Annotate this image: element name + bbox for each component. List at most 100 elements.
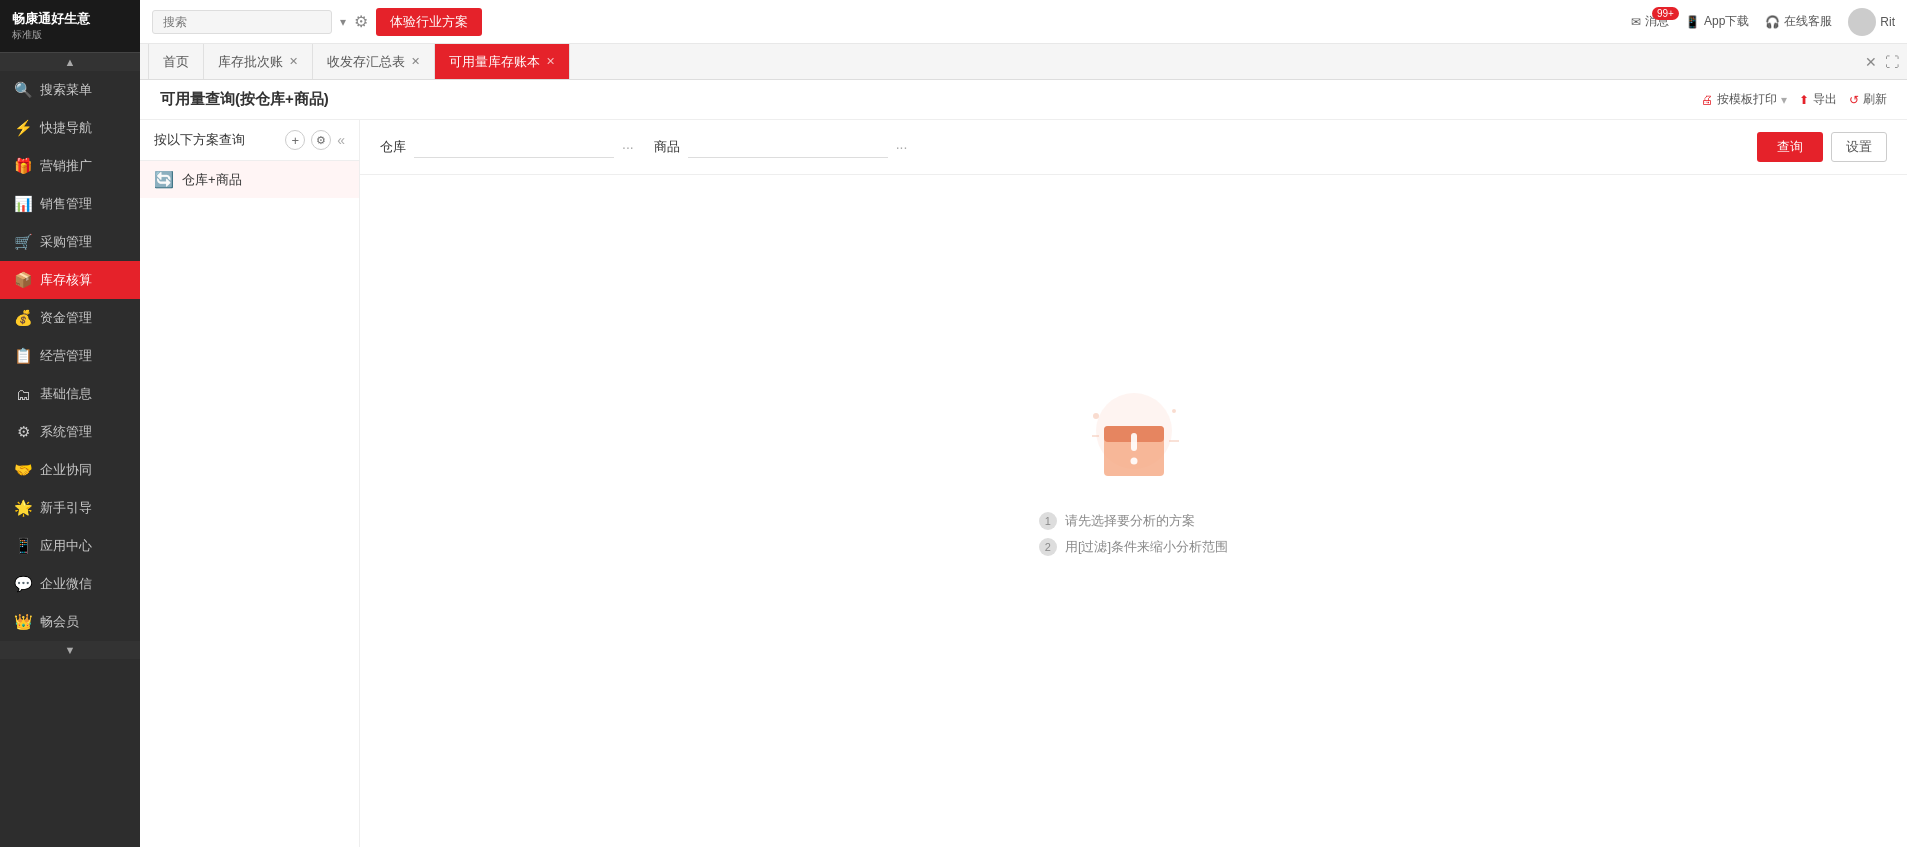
tab-stock-summary-close[interactable]: ✕	[411, 55, 420, 68]
main-area: ▾ ⚙ 体验行业方案 ✉ 消息 99+ 📱 App下载 🎧 在线客服 Rit	[140, 0, 1907, 847]
operations-icon: 📋	[14, 347, 32, 365]
marketing-icon: 🎁	[14, 157, 32, 175]
scheme-icon: 🔄	[154, 170, 174, 189]
sidebar-item-wechat[interactable]: 💬 企业微信	[0, 565, 140, 603]
tab-home-label: 首页	[163, 53, 189, 71]
warehouse-filter-dots[interactable]: ···	[622, 139, 634, 155]
sidebar-item-label: 快捷导航	[40, 119, 92, 137]
dropdown-icon[interactable]: ▾	[340, 15, 346, 29]
sidebar-item-inventory[interactable]: 📦 库存核算	[0, 261, 140, 299]
goods-filter-input[interactable]	[688, 136, 888, 158]
sidebar-item-member[interactable]: 👑 畅会员	[0, 603, 140, 641]
svg-rect-3	[1131, 433, 1137, 451]
sidebar-item-label: 经营管理	[40, 347, 92, 365]
print-label: 按模板打印	[1717, 91, 1777, 108]
scheme-item-warehouse-goods[interactable]: 🔄 仓库+商品	[140, 161, 359, 198]
page-header: 可用量查询(按仓库+商品) 🖨 按模板打印 ▾ ⬆ 导出 ↺ 刷新	[140, 80, 1907, 120]
sidebar-item-finance[interactable]: 💰 资金管理	[0, 299, 140, 337]
sidebar-item-shortcut[interactable]: ⚡ 快捷导航	[0, 109, 140, 147]
sidebar-item-label: 应用中心	[40, 537, 92, 555]
left-panel-header: 按以下方案查询 + ⚙ «	[140, 120, 359, 161]
inventory-icon: 📦	[14, 271, 32, 289]
sidebar-item-label: 销售管理	[40, 195, 92, 213]
user-name: Rit	[1880, 15, 1895, 29]
message-btn[interactable]: ✉ 消息 99+	[1631, 13, 1669, 30]
wechat-icon: 💬	[14, 575, 32, 593]
tabs-bar: 首页 库存批次账 ✕ 收发存汇总表 ✕ 可用量库存账本 ✕ ✕ ⛶	[140, 44, 1907, 80]
sidebar-scroll-down[interactable]: ▼	[0, 641, 140, 659]
filter-actions: 查询 设置	[1757, 132, 1887, 162]
hint-item-1: 1 请先选择要分析的方案	[1039, 512, 1228, 530]
tab-stock-summary-label: 收发存汇总表	[327, 53, 405, 71]
basic-icon: 🗂	[14, 386, 32, 403]
app-download-label: App下载	[1704, 13, 1749, 30]
newbie-icon: 🌟	[14, 499, 32, 517]
user-avatar-btn[interactable]: Rit	[1848, 8, 1895, 36]
sidebar-item-appstore[interactable]: 📱 应用中心	[0, 527, 140, 565]
export-btn[interactable]: ⬆ 导出	[1799, 91, 1837, 108]
sidebar-item-search[interactable]: 🔍 搜索菜单	[0, 71, 140, 109]
purchase-icon: 🛒	[14, 233, 32, 251]
sidebar-item-purchase[interactable]: 🛒 采购管理	[0, 223, 140, 261]
sidebar-item-basic[interactable]: 🗂 基础信息	[0, 375, 140, 413]
finance-icon: 💰	[14, 309, 32, 327]
collapse-panel-icon[interactable]: «	[337, 132, 345, 148]
empty-state: 1 请先选择要分析的方案 2 用[过滤]条件来缩小分析范围	[360, 175, 1907, 847]
add-scheme-btn[interactable]: +	[285, 130, 305, 150]
sidebar-item-operations[interactable]: 📋 经营管理	[0, 337, 140, 375]
message-badge: 99+	[1652, 7, 1679, 20]
system-icon: ⚙	[14, 423, 32, 441]
sidebar-item-system[interactable]: ⚙ 系统管理	[0, 413, 140, 451]
goods-filter-dots[interactable]: ···	[896, 139, 908, 155]
sidebar-item-marketing[interactable]: 🎁 营销推广	[0, 147, 140, 185]
topbar: ▾ ⚙ 体验行业方案 ✉ 消息 99+ 📱 App下载 🎧 在线客服 Rit	[140, 0, 1907, 44]
print-template-btn[interactable]: 🖨 按模板打印 ▾	[1701, 91, 1787, 108]
settings-btn[interactable]: 设置	[1831, 132, 1887, 162]
sidebar-item-label: 新手引导	[40, 499, 92, 517]
industry-btn[interactable]: 体验行业方案	[376, 8, 482, 36]
app-name: 畅康通好生意	[12, 10, 128, 28]
topbar-right: ✉ 消息 99+ 📱 App下载 🎧 在线客服 Rit	[1631, 8, 1895, 36]
gear-icon[interactable]: ⚙	[354, 12, 368, 31]
tab-home[interactable]: 首页	[148, 44, 204, 79]
content-area: 按以下方案查询 + ⚙ « 🔄 仓库+商品 仓库 ···	[140, 120, 1907, 847]
tab-available-qty-close[interactable]: ✕	[546, 55, 555, 68]
empty-hints: 1 请先选择要分析的方案 2 用[过滤]条件来缩小分析范围	[1039, 512, 1228, 556]
tab-stock-summary[interactable]: 收发存汇总表 ✕	[313, 44, 435, 79]
tab-expand[interactable]: ⛶	[1885, 54, 1899, 70]
tab-available-qty[interactable]: 可用量库存账本 ✕	[435, 44, 570, 79]
left-panel-actions: + ⚙ «	[285, 130, 345, 150]
print-dropdown-icon[interactable]: ▾	[1781, 93, 1787, 107]
sales-icon: 📊	[14, 195, 32, 213]
warehouse-filter-label: 仓库	[380, 138, 406, 156]
sidebar-item-sales[interactable]: 📊 销售管理	[0, 185, 140, 223]
sidebar-item-newbie[interactable]: 🌟 新手引导	[0, 489, 140, 527]
sidebar-item-label: 系统管理	[40, 423, 92, 441]
scheme-item-label: 仓库+商品	[182, 171, 242, 189]
tab-close-all[interactable]: ✕	[1865, 54, 1877, 70]
query-btn[interactable]: 查询	[1757, 132, 1823, 162]
sidebar-item-label: 库存核算	[40, 271, 92, 289]
search-input[interactable]	[152, 10, 332, 34]
sidebar: 畅康通好生意 标准版 ▲ 🔍 搜索菜单 ⚡ 快捷导航 🎁 营销推广 📊 销售管理…	[0, 0, 140, 847]
search-icon: 🔍	[14, 81, 32, 99]
sidebar-item-label: 畅会员	[40, 613, 79, 631]
tab-batch-account[interactable]: 库存批次账 ✕	[204, 44, 313, 79]
sidebar-logo: 畅康通好生意 标准版	[0, 0, 140, 53]
refresh-label: 刷新	[1863, 91, 1887, 108]
filter-goods-group: 商品 ···	[654, 136, 908, 158]
hint-num-1: 1	[1039, 512, 1057, 530]
right-panel: 仓库 ··· 商品 ··· 查询 设置	[360, 120, 1907, 847]
settings-scheme-btn[interactable]: ⚙	[311, 130, 331, 150]
app-download-btn[interactable]: 📱 App下载	[1685, 13, 1749, 30]
warehouse-filter-input[interactable]	[414, 136, 614, 158]
tab-batch-account-close[interactable]: ✕	[289, 55, 298, 68]
refresh-btn[interactable]: ↺ 刷新	[1849, 91, 1887, 108]
empty-illustration	[1074, 386, 1194, 496]
tab-available-qty-label: 可用量库存账本	[449, 53, 540, 71]
hint-item-2: 2 用[过滤]条件来缩小分析范围	[1039, 538, 1228, 556]
online-service-btn[interactable]: 🎧 在线客服	[1765, 13, 1832, 30]
sidebar-scroll-up[interactable]: ▲	[0, 53, 140, 71]
svg-point-6	[1172, 409, 1176, 413]
sidebar-item-enterprise[interactable]: 🤝 企业协同	[0, 451, 140, 489]
